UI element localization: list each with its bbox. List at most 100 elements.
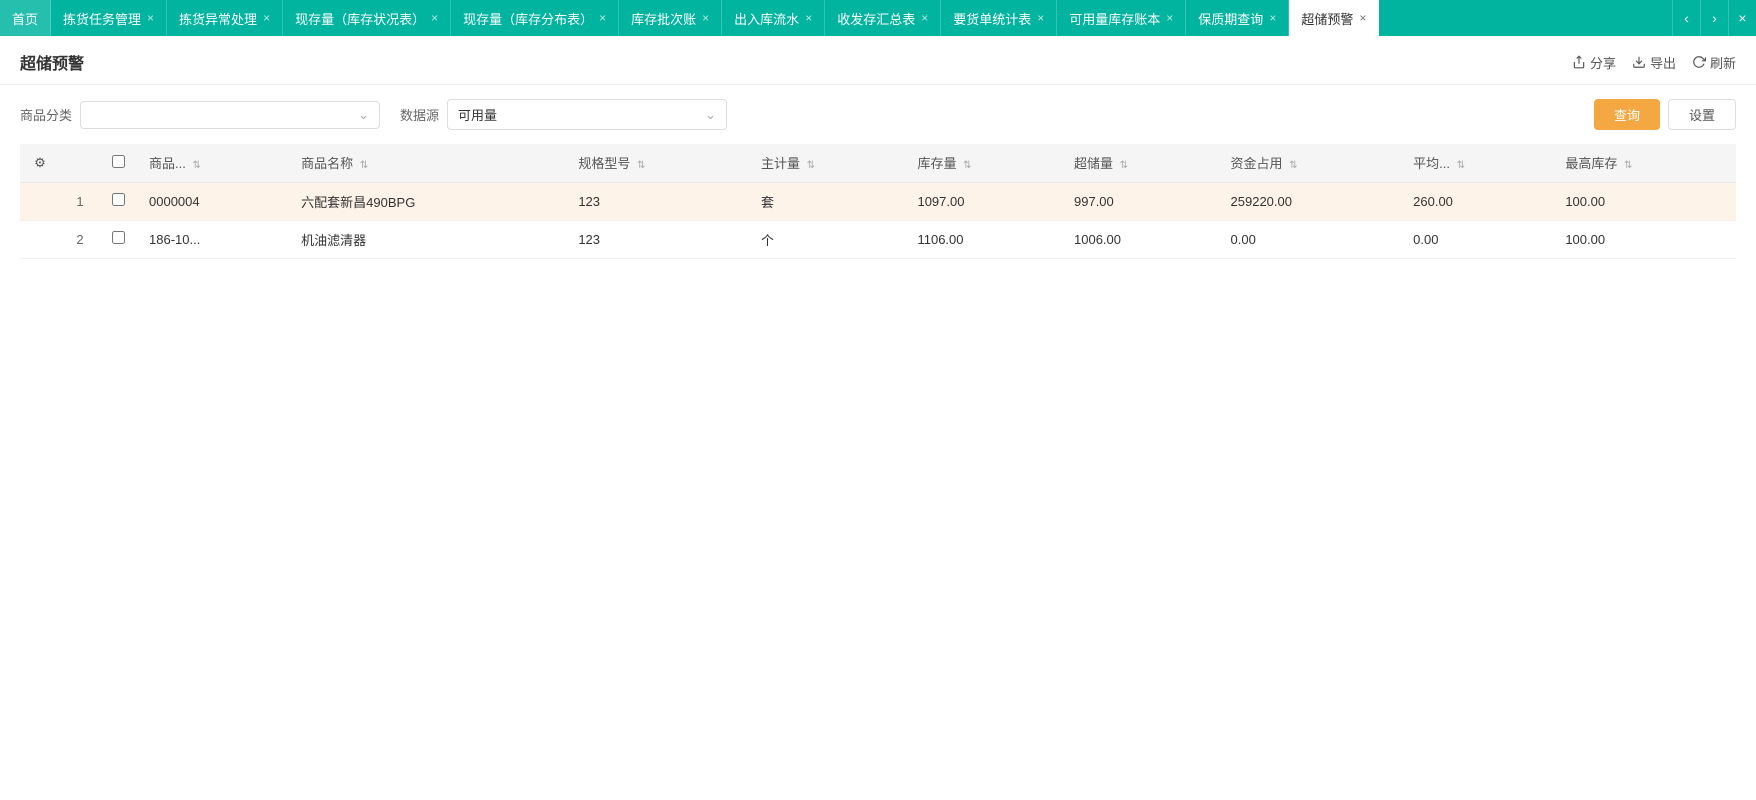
close-icon[interactable]: ×: [805, 11, 812, 25]
sort-icon: ⇅: [192, 160, 200, 171]
close-icon[interactable]: ×: [147, 11, 154, 25]
row-product-code: 186-10...: [137, 220, 289, 258]
row-overstock: 1006.00: [1062, 220, 1219, 258]
row-index: 1: [60, 182, 100, 220]
nav-tab-inout-flow[interactable]: 出入库流水 ×: [722, 0, 825, 36]
th-overstock[interactable]: 超储量 ⇅: [1062, 144, 1219, 182]
th-inventory[interactable]: 库存量 ⇅: [905, 144, 1062, 182]
table-row: 2 186-10... 机油滤清器 123 个 1106.00 1006.00 …: [20, 220, 1736, 258]
select-all-checkbox[interactable]: [112, 155, 125, 168]
page-header: 超储预警 分享 导出 刷新: [0, 36, 1756, 85]
close-icon[interactable]: ×: [431, 11, 438, 25]
row-inventory: 1097.00: [905, 182, 1062, 220]
nav-tab-task-mgmt[interactable]: 拣货任务管理 ×: [51, 0, 167, 36]
table-row: 1 0000004 六配套新昌490BPG 123 套 1097.00 997.…: [20, 182, 1736, 220]
row-avg: 0.00: [1401, 220, 1553, 258]
th-product-code[interactable]: 商品... ⇅: [137, 144, 289, 182]
data-table: ⚙ 商品... ⇅ 商品名称 ⇅ 规格型号: [20, 144, 1736, 259]
nav-tab-collect-summary[interactable]: 收发存汇总表 ×: [825, 0, 941, 36]
datasource-select[interactable]: 可用量 ⌄: [447, 99, 727, 130]
th-index: [60, 144, 100, 182]
filter-area: 商品分类 ⌄ 数据源 可用量 ⌄ 查询 设置: [0, 85, 1756, 144]
nav-tab-inventory-dist[interactable]: 现存量（库存分布表） ×: [451, 0, 619, 36]
row-capital: 259220.00: [1219, 182, 1402, 220]
chevron-down-icon: ⌄: [705, 107, 716, 123]
export-button[interactable]: 导出: [1632, 53, 1676, 72]
table-header-row: ⚙ 商品... ⇅ 商品名称 ⇅ 规格型号: [20, 144, 1736, 182]
category-filter: 商品分类 ⌄: [20, 101, 380, 129]
refresh-icon: [1692, 55, 1706, 69]
row-inventory: 1106.00: [905, 220, 1062, 258]
close-icon[interactable]: ×: [1037, 11, 1044, 25]
filter-actions: 查询 设置: [1594, 99, 1736, 130]
th-unit[interactable]: 主计量 ⇅: [749, 144, 906, 182]
category-label: 商品分类: [20, 105, 72, 124]
row-gear-cell: [20, 182, 60, 220]
close-icon[interactable]: ×: [1269, 11, 1276, 25]
datasource-filter: 数据源 可用量 ⌄: [400, 99, 727, 130]
sort-icon: ⇅: [637, 160, 645, 171]
row-checkbox-cell: [100, 182, 137, 220]
datasource-label: 数据源: [400, 105, 439, 124]
query-button[interactable]: 查询: [1594, 99, 1660, 130]
th-avg[interactable]: 平均... ⇅: [1401, 144, 1553, 182]
close-icon[interactable]: ×: [263, 11, 270, 25]
sort-icon: ⇅: [963, 160, 971, 171]
sort-icon: ⇅: [1457, 160, 1465, 171]
close-icon[interactable]: ×: [1166, 11, 1173, 25]
share-button[interactable]: 分享: [1572, 53, 1616, 72]
sort-icon: ⇅: [807, 160, 815, 171]
nav-next-button[interactable]: ›: [1700, 0, 1728, 36]
nav-tab-inventory-batch[interactable]: 库存批次账 ×: [619, 0, 722, 36]
row-checkbox[interactable]: [112, 193, 125, 206]
nav-tab-order-stats[interactable]: 要货单统计表 ×: [941, 0, 1057, 36]
row-product-code: 0000004: [137, 182, 289, 220]
close-icon[interactable]: ×: [599, 11, 606, 25]
nav-close-button[interactable]: ×: [1728, 0, 1756, 36]
nav-prev-button[interactable]: ‹: [1672, 0, 1700, 36]
th-product-name[interactable]: 商品名称 ⇅: [289, 144, 566, 182]
sort-icon: ⇅: [1289, 160, 1297, 171]
header-actions: 分享 导出 刷新: [1572, 53, 1736, 72]
chevron-down-icon: ⌄: [358, 107, 369, 123]
nav-tab-available-account[interactable]: 可用量库存账本 ×: [1057, 0, 1186, 36]
row-max-stock: 100.00: [1553, 182, 1736, 220]
row-index: 2: [60, 220, 100, 258]
th-max-stock[interactable]: 最高库存 ⇅: [1553, 144, 1736, 182]
refresh-button[interactable]: 刷新: [1692, 53, 1736, 72]
settings-button[interactable]: 设置: [1668, 99, 1736, 130]
sort-icon: ⇅: [360, 160, 368, 171]
nav-tab-quality-check[interactable]: 保质期查询 ×: [1186, 0, 1289, 36]
gear-icon[interactable]: ⚙: [34, 155, 46, 170]
datasource-value: 可用量: [458, 105, 497, 124]
page-title: 超储预警: [20, 50, 84, 74]
main-content: 超储预警 分享 导出 刷新 商品: [0, 36, 1756, 800]
row-gear-cell: [20, 220, 60, 258]
nav-tab-abnormal[interactable]: 拣货异常处理 ×: [167, 0, 283, 36]
row-unit: 套: [749, 182, 906, 220]
sort-icon: ⇅: [1624, 160, 1632, 171]
row-checkbox-cell: [100, 220, 137, 258]
category-select[interactable]: ⌄: [80, 101, 380, 129]
th-capital[interactable]: 资金占用 ⇅: [1219, 144, 1402, 182]
close-icon[interactable]: ×: [921, 11, 928, 25]
close-icon[interactable]: ×: [1359, 11, 1366, 25]
th-gear: ⚙: [20, 144, 60, 182]
row-spec: 123: [566, 220, 749, 258]
top-nav: 首页 拣货任务管理 × 拣货异常处理 × 现存量（库存状况表） × 现存量（库存…: [0, 0, 1756, 36]
row-avg: 260.00: [1401, 182, 1553, 220]
row-checkbox[interactable]: [112, 231, 125, 244]
export-icon: [1632, 55, 1646, 69]
row-product-name: 六配套新昌490BPG: [289, 182, 566, 220]
nav-tab-overstock[interactable]: 超储预警 ×: [1289, 0, 1379, 36]
row-overstock: 997.00: [1062, 182, 1219, 220]
share-icon: [1572, 55, 1586, 69]
nav-tab-inventory-status[interactable]: 现存量（库存状况表） ×: [283, 0, 451, 36]
nav-tab-home[interactable]: 首页: [0, 0, 51, 36]
row-unit: 个: [749, 220, 906, 258]
row-spec: 123: [566, 182, 749, 220]
th-spec[interactable]: 规格型号 ⇅: [566, 144, 749, 182]
table-container: ⚙ 商品... ⇅ 商品名称 ⇅ 规格型号: [0, 144, 1756, 259]
row-product-name: 机油滤清器: [289, 220, 566, 258]
close-icon[interactable]: ×: [702, 11, 709, 25]
